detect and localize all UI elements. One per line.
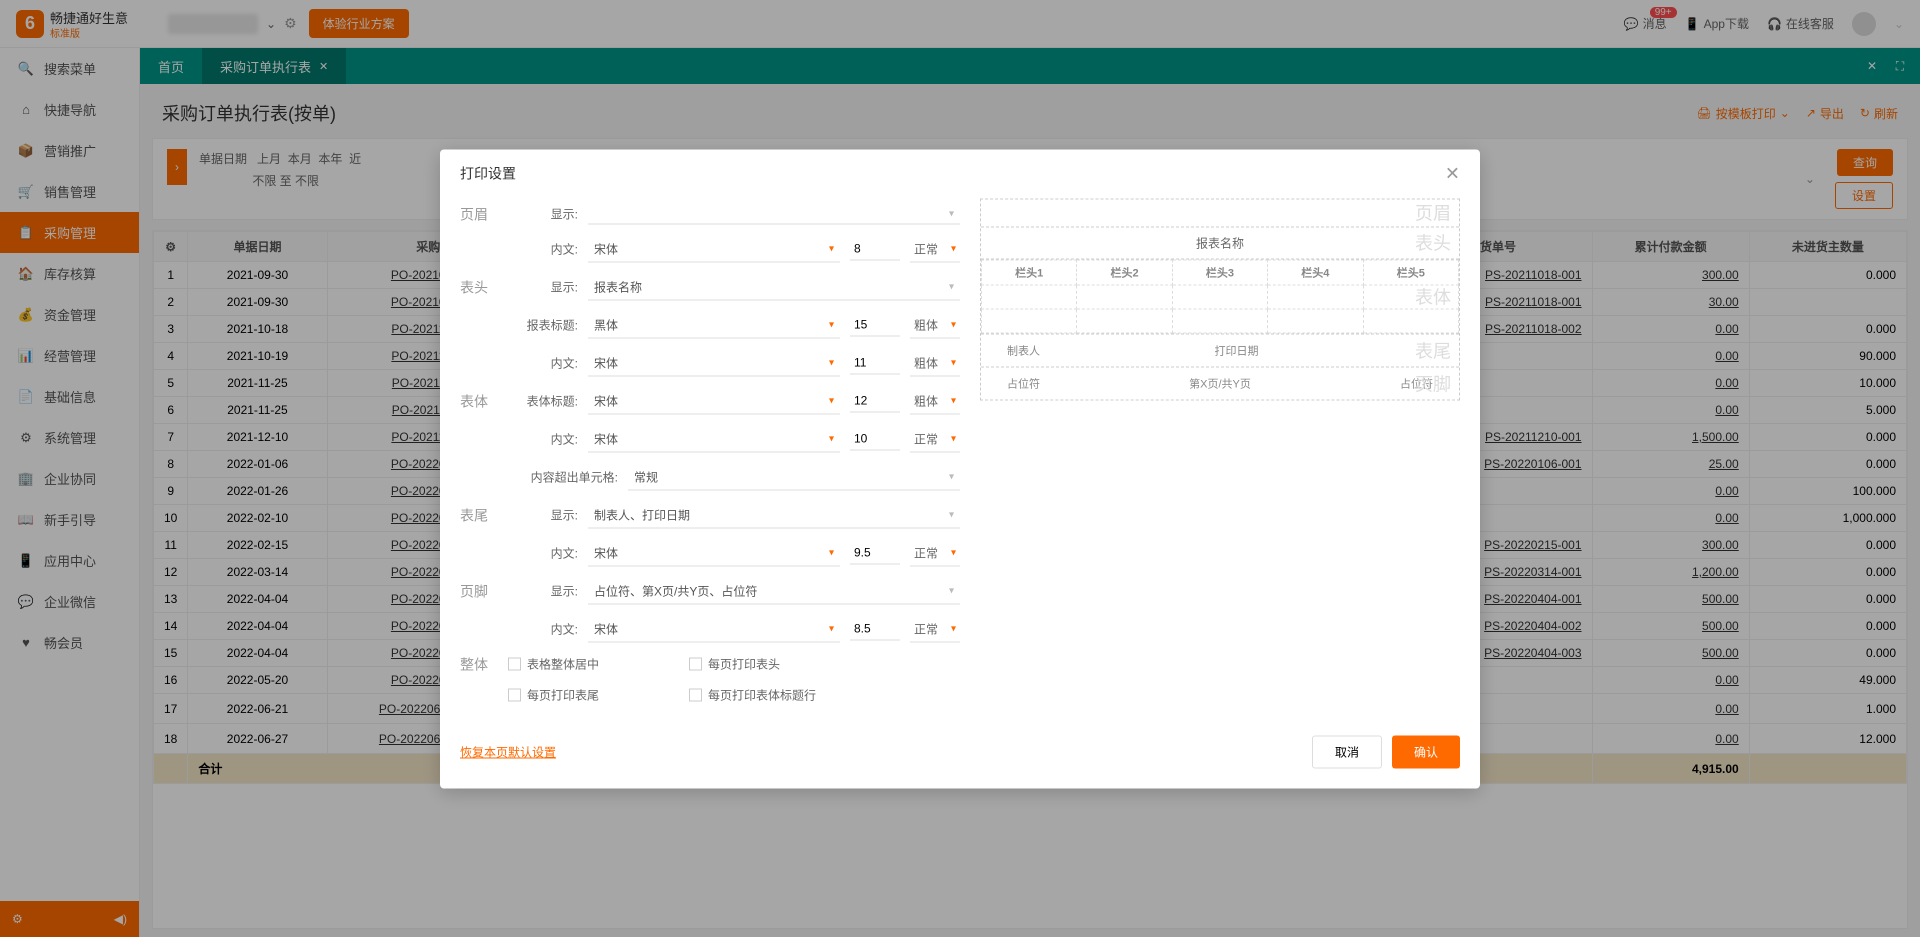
section-tablebody-label: 表体 [460, 391, 498, 411]
footer-size-input[interactable] [850, 618, 900, 641]
section-overall-label: 整体 [460, 654, 498, 674]
cancel-button[interactable]: 取消 [1312, 735, 1382, 768]
body-size-input[interactable] [850, 428, 900, 451]
tablehead-weight-select[interactable]: 粗体▾ [910, 350, 960, 376]
tablehead-display-select[interactable]: 报表名称▾ [588, 274, 960, 300]
report-title-size-input[interactable] [850, 314, 900, 337]
header-display-select[interactable]: ▾ [588, 204, 960, 224]
header-font-select[interactable]: 宋体▾ [588, 236, 840, 262]
confirm-button[interactable]: 确认 [1392, 735, 1460, 768]
tail-display-select[interactable]: 制表人、打印日期▾ [588, 502, 960, 528]
modal-form: 页眉 显示: ▾ 内文: 宋体▾ 正常▾ 表头 显示: 报表名称▾ 报表标题: … [460, 198, 960, 709]
section-tabletail-label: 表尾 [460, 505, 498, 525]
footer-weight-select[interactable]: 正常▾ [910, 616, 960, 642]
print-preview: 页眉 报表名称 表头 栏头1栏头2栏头3栏头4栏头5 表体 制表人 [980, 198, 1460, 709]
print-settings-modal: 打印设置 ✕ 页眉 显示: ▾ 内文: 宋体▾ 正常▾ 表头 显示: 报表名称▾ [440, 149, 1480, 788]
tablehead-font-select[interactable]: 宋体▾ [588, 350, 840, 376]
tail-weight-select[interactable]: 正常▾ [910, 540, 960, 566]
body-title-size-input[interactable] [850, 390, 900, 413]
tail-size-input[interactable] [850, 542, 900, 565]
checkbox-print-body-title[interactable]: 每页打印表体标题行 [689, 686, 816, 703]
header-weight-select[interactable]: 正常▾ [910, 236, 960, 262]
body-weight-select[interactable]: 正常▾ [910, 426, 960, 452]
section-header-label: 页眉 [460, 204, 498, 224]
footer-display-select[interactable]: 占位符、第X页/共Y页、占位符▾ [588, 578, 960, 604]
footer-font-select[interactable]: 宋体▾ [588, 616, 840, 642]
preview-table: 栏头1栏头2栏头3栏头4栏头5 [981, 259, 1459, 333]
tablehead-size-input[interactable] [850, 352, 900, 375]
body-title-font-select[interactable]: 宋体▾ [588, 388, 840, 414]
restore-default-link[interactable]: 恢复本页默认设置 [460, 743, 556, 760]
body-title-weight-select[interactable]: 粗体▾ [910, 388, 960, 414]
modal-close-icon[interactable]: ✕ [1445, 163, 1460, 184]
section-tablehead-label: 表头 [460, 277, 498, 297]
report-title-font-select[interactable]: 黑体▾ [588, 312, 840, 338]
modal-title: 打印设置 [460, 164, 516, 184]
overflow-select[interactable]: 常规▾ [628, 464, 960, 490]
checkbox-print-head[interactable]: 每页打印表头 [689, 656, 780, 673]
header-size-input[interactable] [850, 238, 900, 261]
checkbox-center[interactable]: 表格整体居中 [508, 656, 599, 673]
report-title-weight-select[interactable]: 粗体▾ [910, 312, 960, 338]
section-footer-label: 页脚 [460, 581, 498, 601]
checkbox-print-tail[interactable]: 每页打印表尾 [508, 686, 599, 703]
body-font-select[interactable]: 宋体▾ [588, 426, 840, 452]
tail-font-select[interactable]: 宋体▾ [588, 540, 840, 566]
